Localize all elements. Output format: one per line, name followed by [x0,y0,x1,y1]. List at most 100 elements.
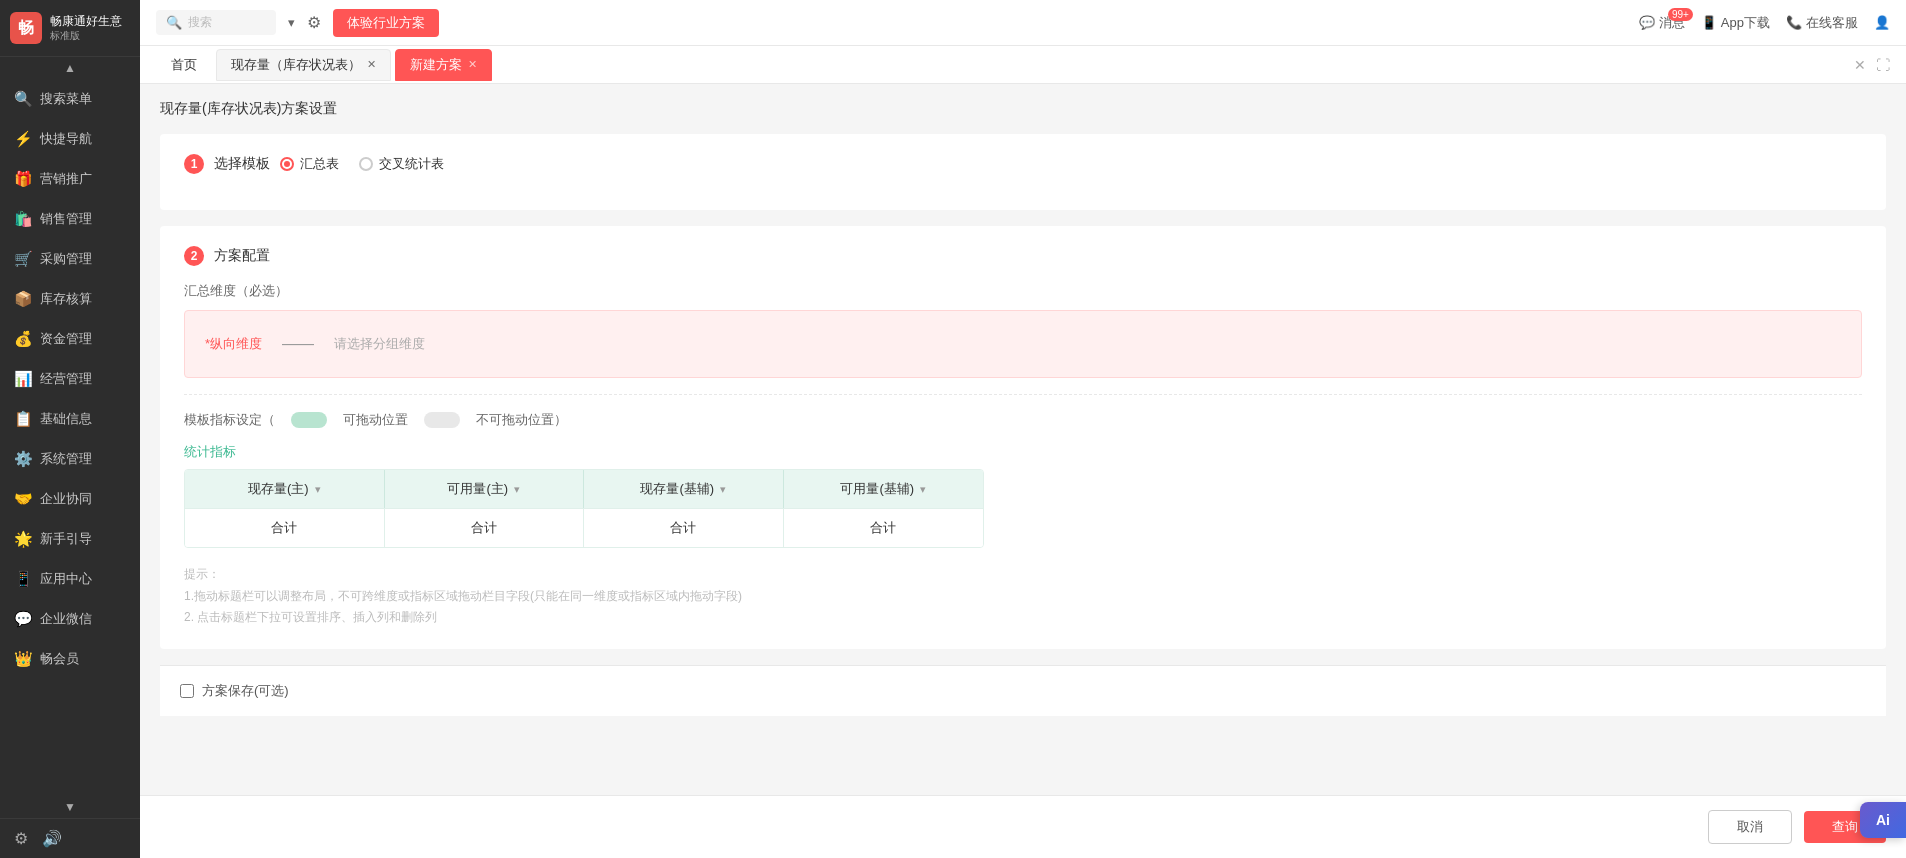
save-label[interactable]: 方案保存(可选) [202,682,289,700]
logo-text: 畅康通好生意 标准版 [50,13,122,44]
step2-title: 方案配置 [214,247,270,265]
tab-close-inventory[interactable]: ✕ [367,58,376,71]
vip-icon: 👑 [14,650,32,668]
stats-table: 现存量(主) ▾ 可用量(主) ▾ 现存量(基辅) ▾ 可用量(基辅) ▾ [184,469,984,548]
col-header-1[interactable]: 可用量(主) ▾ [385,470,585,508]
stats-label: 统计指标 [184,443,1862,461]
online-service-btn[interactable]: 📞 在线客服 [1786,14,1858,32]
radio-dot-summary [284,161,290,167]
logo-icon: 畅 [10,12,42,44]
newbie-icon: 🌟 [14,530,32,548]
tab-new-scheme[interactable]: 新建方案 ✕ [395,49,492,81]
content-area: 现存量(库存状况表)方案设置 1 选择模板 汇总表 交叉统计表 [140,84,1906,795]
section-divider-1 [184,394,1862,395]
dim-section-label: 汇总维度（必选） [184,282,1862,300]
tab-expand-icon[interactable]: ⛶ [1876,57,1890,73]
basic-icon: 📋 [14,410,32,428]
col-body-0: 合计 [185,509,385,547]
sidebar-item-wechat[interactable]: 💬 企业微信 [0,599,140,639]
sidebar-item-purchase[interactable]: 🛒 采购管理 [0,239,140,279]
sales-icon: 🛍️ [14,210,32,228]
settings-icon[interactable]: ⚙ [14,829,28,848]
sidebar-item-operations[interactable]: 📊 经营管理 [0,359,140,399]
chevron-icon-2: ▾ [720,483,726,496]
sidebar-item-marketing[interactable]: 🎁 营销推广 [0,159,140,199]
sidebar-bottom: ⚙ 🔊 [0,818,140,858]
sidebar-nav: 🔍 搜索菜单 ⚡ 快捷导航 🎁 营销推广 🛍️ 销售管理 🛒 采购管理 📦 库存… [0,79,140,796]
top-header: 🔍 搜索 ▾ ⚙ 体验行业方案 💬 消息 99+ 📱 App下载 📞 在线客服 … [140,0,1906,46]
quicknav-icon: ⚡ [14,130,32,148]
enterprise-icon: 🤝 [14,490,32,508]
tip-2: 2. 点击标题栏下拉可设置排序、插入列和删除列 [184,607,1862,629]
marketing-icon: 🎁 [14,170,32,188]
sidebar-scroll-down[interactable]: ▼ [0,796,140,818]
service-icon: 📞 [1786,15,1802,30]
search-icon-header: 🔍 [166,15,182,30]
sidebar-item-search[interactable]: 🔍 搜索菜单 [0,79,140,119]
stats-header: 现存量(主) ▾ 可用量(主) ▾ 现存量(基辅) ▾ 可用量(基辅) ▾ [185,470,983,508]
sidebar-item-newbie[interactable]: 🌟 新手引导 [0,519,140,559]
sidebar-item-vip[interactable]: 👑 畅会员 [0,639,140,679]
tab-close-new-scheme[interactable]: ✕ [468,58,477,71]
step1-header: 1 选择模板 汇总表 交叉统计表 [184,154,1862,174]
main-area: 🔍 搜索 ▾ ⚙ 体验行业方案 💬 消息 99+ 📱 App下载 📞 在线客服 … [140,0,1906,858]
col-header-2[interactable]: 现存量(基辅) ▾ [584,470,784,508]
sidebar-item-enterprise[interactable]: 🤝 企业协同 [0,479,140,519]
header-right: 💬 消息 99+ 📱 App下载 📞 在线客服 👤 [1639,14,1890,32]
col-body-3: 合计 [784,509,984,547]
header-search[interactable]: 🔍 搜索 [156,10,276,35]
sidebar: 畅 畅康通好生意 标准版 ▲ 🔍 搜索菜单 ⚡ 快捷导航 🎁 营销推广 🛍️ 销… [0,0,140,858]
cancel-button[interactable]: 取消 [1708,810,1792,844]
radio-cross[interactable]: 交叉统计表 [359,155,444,173]
sidebar-item-system[interactable]: ⚙️ 系统管理 [0,439,140,479]
dimension-box[interactable]: *纵向维度 —— 请选择分组维度 [184,310,1862,378]
tab-close-all-icon[interactable]: ✕ [1854,57,1866,73]
chevron-icon-1: ▾ [514,483,520,496]
messages-btn[interactable]: 💬 消息 99+ [1639,14,1685,32]
step2-card: 2 方案配置 汇总维度（必选） *纵向维度 —— 请选择分组维度 模板指标设定（… [160,226,1886,649]
system-icon: ⚙️ [14,450,32,468]
purchase-icon: 🛒 [14,250,32,268]
col-header-0[interactable]: 现存量(主) ▾ [185,470,385,508]
dim-placeholder: 请选择分组维度 [334,335,425,353]
wechat-icon: 💬 [14,610,32,628]
tabs-controls: ✕ ⛶ [1854,57,1890,73]
radio-circle-cross [359,157,373,171]
operations-icon: 📊 [14,370,32,388]
inventory-icon: 📦 [14,290,32,308]
step1-card: 1 选择模板 汇总表 交叉统计表 [160,134,1886,210]
sidebar-scroll-up[interactable]: ▲ [0,57,140,79]
dim-required-label: *纵向维度 [205,335,262,353]
template-radio-group: 汇总表 交叉统计表 [280,155,444,173]
stats-body: 合计 合计 合计 合计 [185,508,983,547]
sidebar-item-appcenter[interactable]: 📱 应用中心 [0,559,140,599]
tip-1: 1.拖动标题栏可以调整布局，不可跨维度或指标区域拖动栏目字段(只能在同一维度或指… [184,586,1862,608]
message-icon: 💬 [1639,15,1655,30]
radio-circle-summary [280,157,294,171]
radio-summary[interactable]: 汇总表 [280,155,339,173]
sidebar-item-basic[interactable]: 📋 基础信息 [0,399,140,439]
col-body-2: 合计 [584,509,784,547]
sound-icon[interactable]: 🔊 [42,829,62,848]
step1-title: 选择模板 [214,155,270,173]
sidebar-item-quicknav[interactable]: ⚡ 快捷导航 [0,119,140,159]
header-dropdown[interactable]: ▾ [288,15,295,30]
tip-label: 提示： [184,564,1862,586]
step2-badge: 2 [184,246,204,266]
save-checkbox[interactable] [180,684,194,698]
tab-home[interactable]: 首页 [156,49,212,81]
sidebar-item-sales[interactable]: 🛍️ 销售管理 [0,199,140,239]
tips-section: 提示： 1.拖动标题栏可以调整布局，不可跨维度或指标区域拖动栏目字段(只能在同一… [184,564,1862,629]
sidebar-item-finance[interactable]: 💰 资金管理 [0,319,140,359]
sidebar-item-inventory[interactable]: 📦 库存核算 [0,279,140,319]
page-title: 现存量(库存状况表)方案设置 [160,100,1886,118]
col-header-3[interactable]: 可用量(基辅) ▾ [784,470,984,508]
user-icon: 👤 [1874,15,1890,30]
user-avatar[interactable]: 👤 [1874,15,1890,30]
ai-float-button[interactable]: Ai [1860,802,1906,838]
app-download-btn[interactable]: 📱 App下载 [1701,14,1770,32]
download-icon: 📱 [1701,15,1717,30]
trial-btn[interactable]: 体验行业方案 [333,9,439,37]
tab-inventory-status[interactable]: 现存量（库存状况表） ✕ [216,49,391,81]
settings-gear-icon[interactable]: ⚙ [307,13,321,32]
